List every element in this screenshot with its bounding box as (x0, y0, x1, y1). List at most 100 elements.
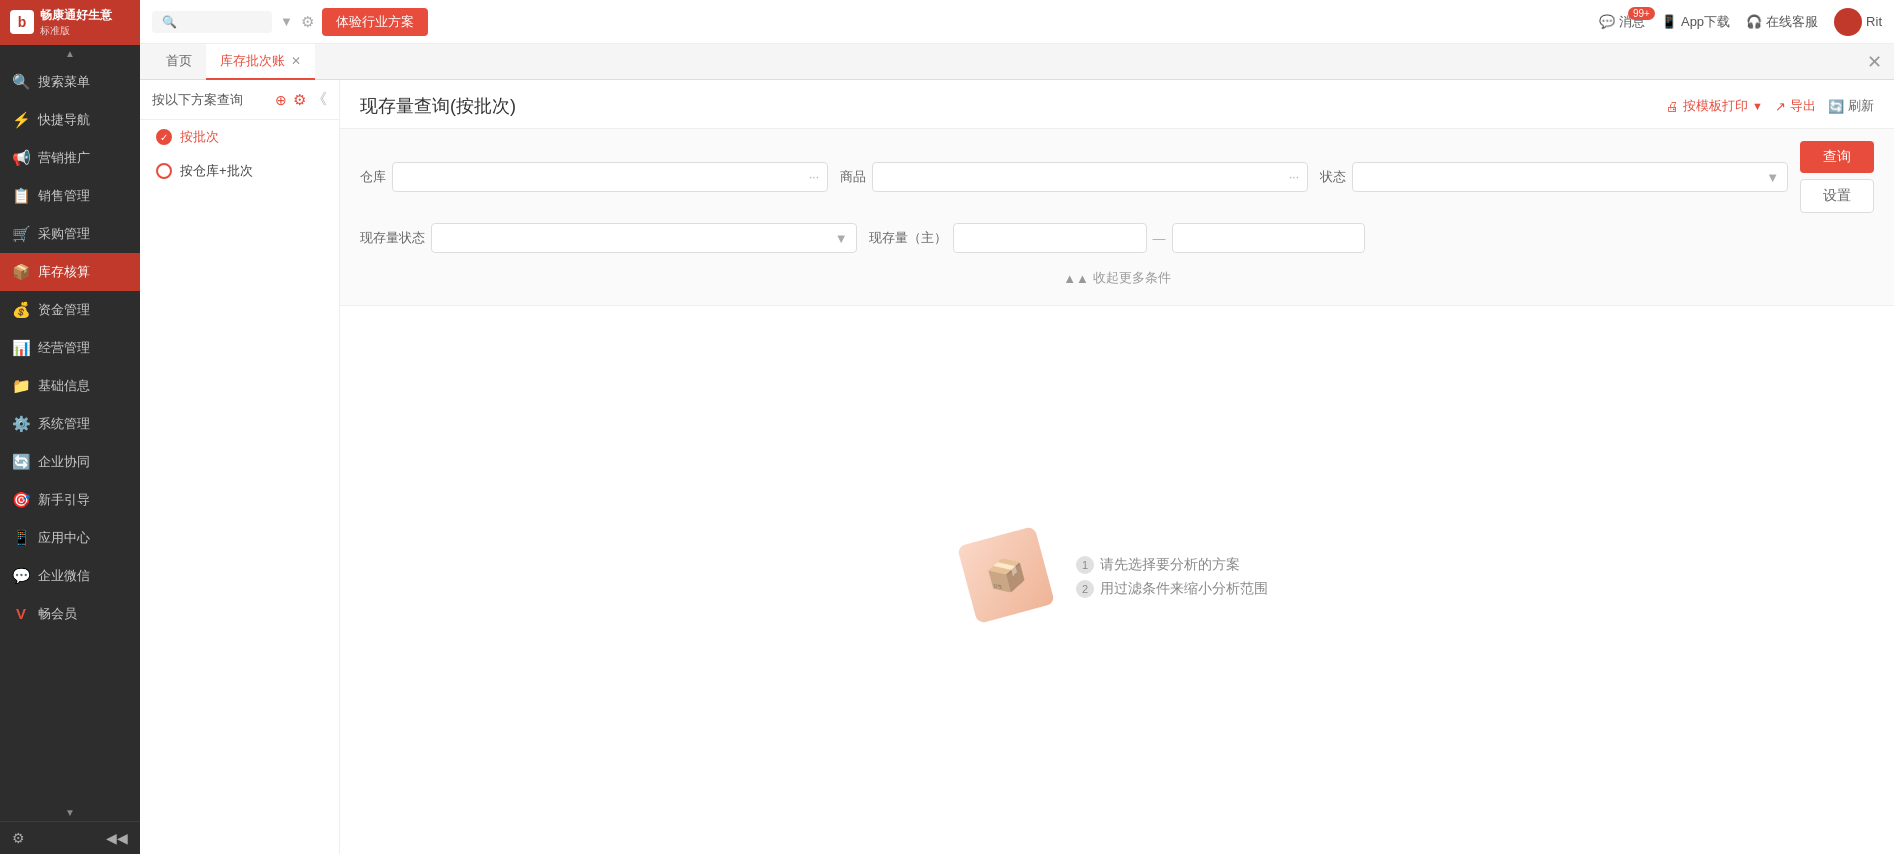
topbar-settings-icon[interactable]: ⚙ (301, 13, 314, 31)
sidebar-item-search[interactable]: 🔍 搜索菜单 (0, 63, 140, 101)
finance-icon: 💰 (12, 301, 30, 319)
sidebar-footer: ⚙ ◀◀ (0, 821, 140, 854)
settings-icon[interactable]: ⚙ (12, 830, 25, 846)
member-icon: V (12, 605, 30, 622)
scheme-item-warehouse-batch[interactable]: 按仓库+批次 (140, 154, 339, 188)
close-panel-btn[interactable]: ✕ (1867, 51, 1882, 73)
empty-hint-2: 2 用过滤条件来缩小分析范围 (1076, 580, 1268, 598)
newguide-icon: 🎯 (12, 491, 30, 509)
stock-quantity-to[interactable] (1172, 223, 1366, 253)
avatar (1834, 8, 1862, 36)
filter-area: 仓库 ··· 商品 ··· 状态 (340, 129, 1894, 306)
tabs-bar: 首页 库存批次账 ✕ ✕ (140, 44, 1894, 80)
collapse-panel-icon[interactable]: 《 (312, 90, 327, 109)
sidebar-item-label: 销售管理 (38, 187, 90, 205)
enterprise-icon: 🔄 (12, 453, 30, 471)
search-icon: 🔍 (162, 15, 177, 29)
tab-close-icon[interactable]: ✕ (291, 54, 301, 68)
left-panel-header: 按以下方案查询 ⊕ ⚙ 《 (140, 80, 339, 120)
scheme-panel-title: 按以下方案查询 (152, 91, 243, 109)
experience-btn[interactable]: 体验行业方案 (322, 8, 428, 36)
app-download-btn[interactable]: 📱 App下载 (1661, 13, 1730, 31)
action-buttons: 查询 设置 (1800, 141, 1874, 213)
appstore-icon: 📱 (12, 529, 30, 547)
product-more-icon[interactable]: ··· (1289, 170, 1299, 184)
warehouse-more-icon[interactable]: ··· (809, 170, 819, 184)
sidebar-item-wechat[interactable]: 💬 企业微信 (0, 557, 140, 595)
sidebar-item-newguide[interactable]: 🎯 新手引导 (0, 481, 140, 519)
filter-status: 状态 ▼ (1320, 162, 1788, 192)
online-service-btn[interactable]: 🎧 在线客服 (1746, 13, 1818, 31)
filter-collapse-btn[interactable]: ▲▲ 收起更多条件 (360, 263, 1874, 293)
refresh-btn[interactable]: 🔄 刷新 (1828, 97, 1874, 115)
online-service-label: 在线客服 (1766, 13, 1818, 31)
sidebar-item-sales[interactable]: 📋 销售管理 (0, 177, 140, 215)
right-content: 现存量查询(按批次) 🖨 按模板打印 ▼ ↗ 导出 🔄 刷新 (340, 80, 1894, 854)
print-label: 按模板打印 (1683, 97, 1748, 115)
sidebar-scroll-down[interactable]: ▼ (0, 803, 140, 821)
filter-row-1: 仓库 ··· 商品 ··· 状态 (360, 141, 1874, 213)
sidebar-item-quicknav[interactable]: ⚡ 快捷导航 (0, 101, 140, 139)
user-avatar-btn[interactable]: Rit (1834, 8, 1882, 36)
sidebar-item-label: 库存核算 (38, 263, 90, 281)
topbar-search-box[interactable]: 🔍 (152, 11, 272, 33)
product-input[interactable]: ··· (872, 162, 1308, 192)
add-scheme-btn[interactable]: ⊕ (275, 92, 287, 108)
status-dropdown-icon: ▼ (1766, 170, 1779, 185)
topbar: 🔍 ▼ ⚙ 体验行业方案 💬 消息 99+ 📱 App下载 🎧 在线客服 Rit (140, 0, 1894, 44)
print-dropdown-icon[interactable]: ▼ (1752, 100, 1763, 112)
app-logo: b (10, 10, 34, 34)
scheme-settings-icon[interactable]: ⚙ (293, 91, 306, 109)
basic-icon: 📁 (12, 377, 30, 395)
sidebar-item-basic[interactable]: 📁 基础信息 (0, 367, 140, 405)
sidebar-item-appstore[interactable]: 📱 应用中心 (0, 519, 140, 557)
sidebar-item-label: 企业协同 (38, 453, 90, 471)
app-download-icon: 📱 (1661, 14, 1677, 29)
topbar-dropdown-icon[interactable]: ▼ (280, 14, 293, 29)
sidebar-item-member[interactable]: V 畅会员 (0, 595, 140, 633)
filter-stock-quantity: 现存量（主） — (869, 223, 1366, 253)
query-button[interactable]: 查询 (1800, 141, 1874, 173)
page-header-actions: 🖨 按模板打印 ▼ ↗ 导出 🔄 刷新 (1666, 97, 1874, 115)
sidebar-scroll-up[interactable]: ▲ (0, 45, 140, 63)
operations-icon: 📊 (12, 339, 30, 357)
refresh-label: 刷新 (1848, 97, 1874, 115)
print-icon: 🖨 (1666, 99, 1679, 114)
content-area: 📦 1 请先选择要分析的方案 2 用过滤条件来缩小分析范围 (340, 306, 1894, 854)
stock-status-select[interactable]: ▼ (431, 223, 857, 253)
messages-icon: 💬 (1599, 14, 1615, 29)
sidebar-item-purchase[interactable]: 🛒 采购管理 (0, 215, 140, 253)
sidebar-item-label: 搜索菜单 (38, 73, 90, 91)
tab-inventory-batch[interactable]: 库存批次账 ✕ (206, 44, 315, 80)
range-separator: — (1153, 231, 1166, 246)
sidebar-item-label: 系统管理 (38, 415, 90, 433)
sidebar-item-inventory[interactable]: 📦 库存核算 (0, 253, 140, 291)
sidebar-item-enterprise[interactable]: 🔄 企业协同 (0, 443, 140, 481)
sidebar-item-finance[interactable]: 💰 资金管理 (0, 291, 140, 329)
export-btn[interactable]: ↗ 导出 (1775, 97, 1816, 115)
stock-quantity-from[interactable] (953, 223, 1147, 253)
scheme-label: 按批次 (180, 128, 219, 146)
collapse-sidebar-icon[interactable]: ◀◀ (106, 830, 128, 846)
messages-btn[interactable]: 💬 消息 99+ (1599, 13, 1645, 31)
topbar-actions: 💬 消息 99+ 📱 App下载 🎧 在线客服 Rit (1599, 8, 1882, 36)
headset-icon: 🎧 (1746, 14, 1762, 29)
stock-status-dropdown-icon: ▼ (835, 231, 848, 246)
status-select[interactable]: ▼ (1352, 162, 1788, 192)
export-icon: ↗ (1775, 99, 1786, 114)
status-label: 状态 (1320, 168, 1346, 186)
warehouse-input[interactable]: ··· (392, 162, 828, 192)
sidebar-nav: 🔍 搜索菜单 ⚡ 快捷导航 📢 营销推广 📋 销售管理 🛒 采购管理 📦 库存核… (0, 63, 140, 803)
tab-home[interactable]: 首页 (152, 44, 206, 80)
sidebar-item-system[interactable]: ⚙️ 系统管理 (0, 405, 140, 443)
sidebar-item-operations[interactable]: 📊 经营管理 (0, 329, 140, 367)
sidebar-item-marketing[interactable]: 📢 营销推广 (0, 139, 140, 177)
scheme-item-batch[interactable]: ✓ 按批次 (140, 120, 339, 154)
settings-button[interactable]: 设置 (1800, 179, 1874, 213)
empty-icon: 📦 (966, 535, 1056, 625)
app-title: 畅康通好生意 (40, 8, 112, 24)
app-title-block: 畅康通好生意 标准版 (40, 8, 112, 37)
topbar-search-input[interactable] (181, 15, 261, 29)
print-template-btn[interactable]: 🖨 按模板打印 ▼ (1666, 97, 1763, 115)
empty-hint-1: 1 请先选择要分析的方案 (1076, 556, 1268, 574)
